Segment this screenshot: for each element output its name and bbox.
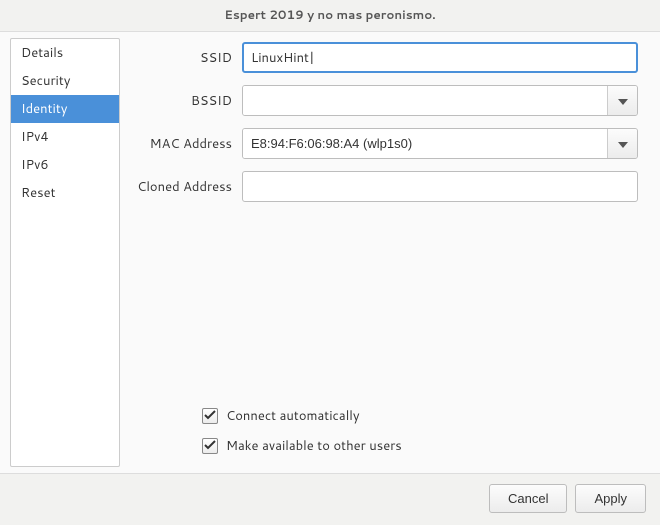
bssid-dropdown-button[interactable] — [607, 86, 637, 115]
window-title: Espert 2019 y no mas peronismo. — [0, 0, 660, 31]
cloned-label: Cloned Address — [132, 178, 242, 196]
share-users-row[interactable]: Make available to other users — [132, 431, 638, 461]
sidebar-item-ipv6[interactable]: IPv6 — [11, 151, 119, 179]
cancel-button[interactable]: Cancel — [489, 484, 567, 513]
button-bar: Cancel Apply — [0, 473, 660, 525]
mac-label: MAC Address — [132, 135, 242, 153]
main-panel: SSID LinuxHint| BSSID MAC Address — [120, 32, 660, 473]
bssid-input[interactable] — [243, 86, 607, 115]
connect-auto-row[interactable]: Connect automatically — [132, 401, 638, 431]
mac-row: MAC Address — [132, 128, 638, 159]
sidebar-item-details[interactable]: Details — [11, 39, 119, 67]
cloned-row: Cloned Address — [132, 171, 638, 202]
share-users-label: Make available to other users — [226, 437, 402, 455]
ssid-value: LinuxHint — [251, 49, 309, 67]
mac-dropdown-button[interactable] — [607, 129, 637, 158]
connect-auto-label: Connect automatically — [226, 407, 360, 425]
sidebar-item-identity[interactable]: Identity — [11, 95, 119, 123]
connect-auto-checkbox[interactable] — [202, 408, 218, 424]
mac-input[interactable] — [243, 129, 607, 158]
bssid-label: BSSID — [132, 92, 242, 110]
sidebar-item-ipv4[interactable]: IPv4 — [11, 123, 119, 151]
ssid-row: SSID LinuxHint| — [132, 42, 638, 73]
apply-button[interactable]: Apply — [575, 484, 646, 513]
cloned-input[interactable] — [242, 171, 638, 202]
form-area: SSID LinuxHint| BSSID MAC Address — [132, 42, 638, 473]
check-icon — [204, 437, 216, 455]
check-icon — [204, 407, 216, 425]
ssid-label: SSID — [132, 49, 242, 67]
sidebar-item-reset[interactable]: Reset — [11, 179, 119, 207]
ssid-input[interactable]: LinuxHint| — [242, 42, 638, 73]
chevron-down-icon — [618, 136, 628, 151]
bssid-combo[interactable] — [242, 85, 638, 116]
share-users-checkbox[interactable] — [202, 438, 218, 454]
checkbox-area: Connect automatically Make available to … — [132, 401, 638, 461]
sidebar: Details Security Identity IPv4 IPv6 Rese… — [10, 38, 120, 467]
sidebar-item-security[interactable]: Security — [11, 67, 119, 95]
mac-combo[interactable] — [242, 128, 638, 159]
bssid-row: BSSID — [132, 85, 638, 116]
content-area: Details Security Identity IPv4 IPv6 Rese… — [0, 31, 660, 473]
chevron-down-icon — [618, 93, 628, 108]
text-cursor: | — [309, 49, 315, 67]
